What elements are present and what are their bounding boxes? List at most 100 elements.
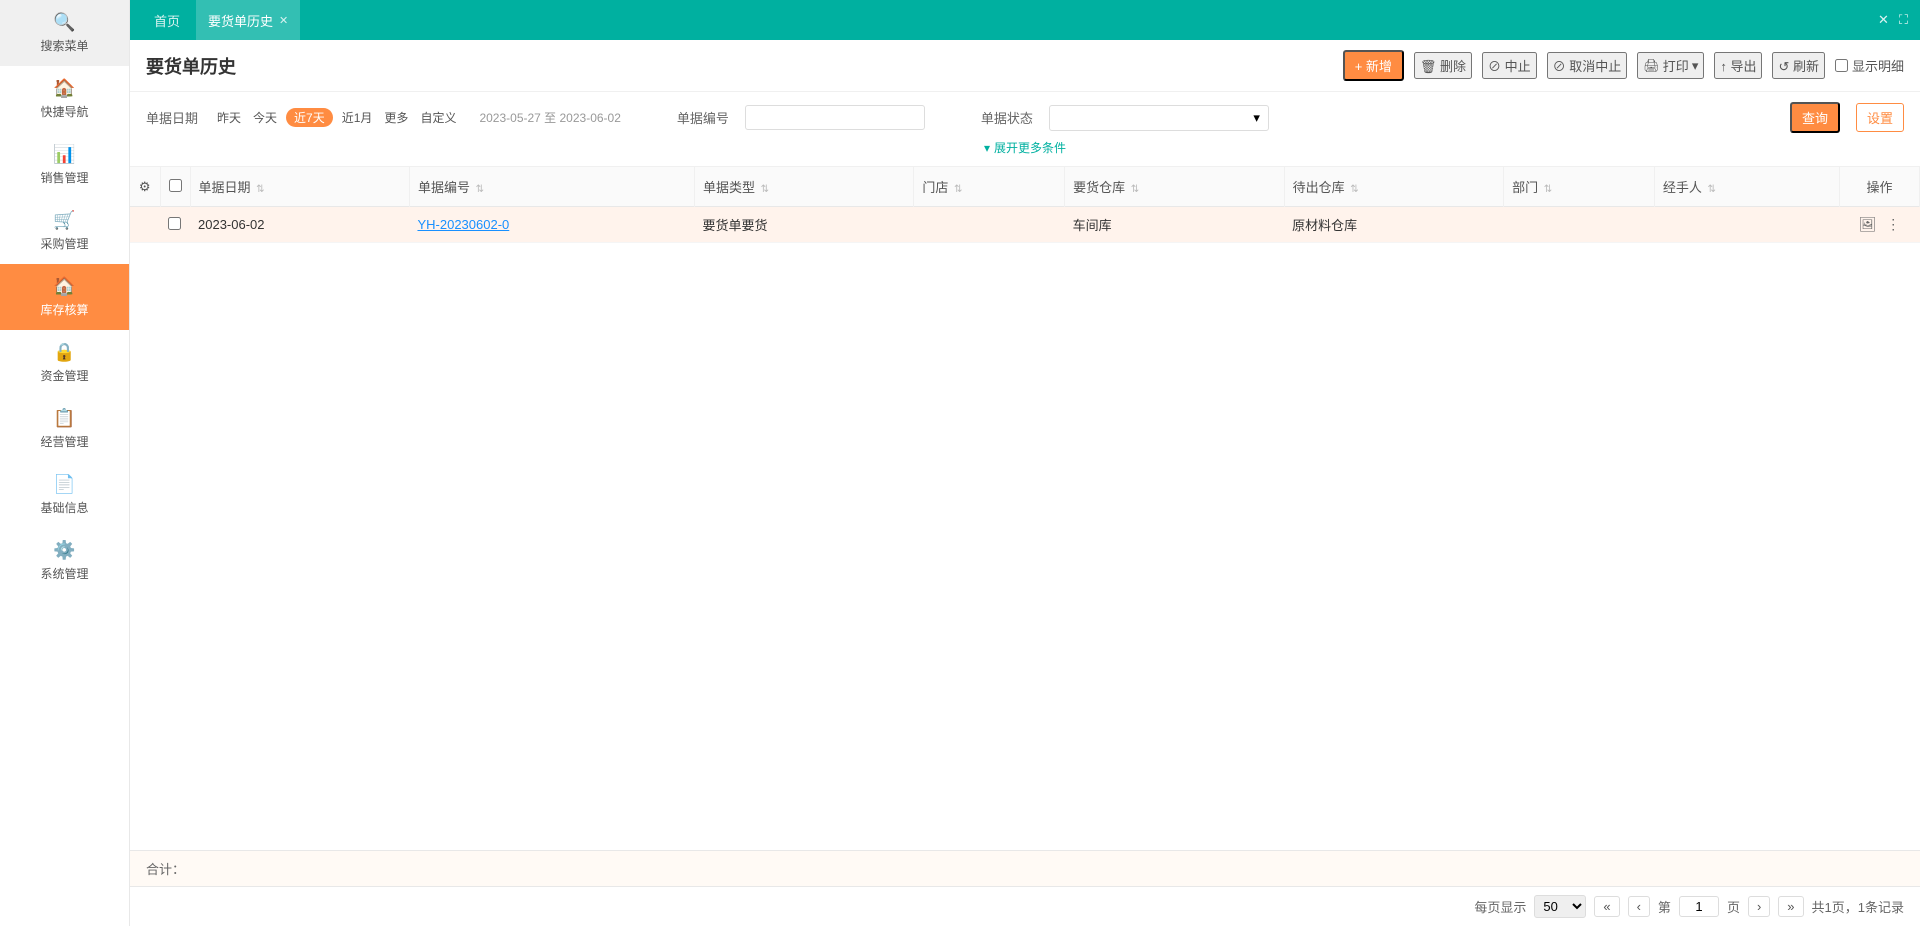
top-bar: 首页 要货单历史 ✕ ✕ ⛶	[130, 0, 1920, 40]
cell-settings	[130, 207, 160, 243]
sort-req-warehouse-icon[interactable]: ⇅	[1131, 184, 1139, 195]
tab-requisition-history[interactable]: 要货单历史 ✕	[196, 0, 300, 40]
sidebar-item-label: 快捷导航	[40, 103, 88, 120]
row-checkbox[interactable]	[168, 217, 181, 230]
page-suffix-label: 页	[1727, 897, 1740, 916]
print-dropdown-icon: ▾	[1692, 58, 1699, 74]
page-title: 要货单历史	[146, 53, 236, 79]
tab-close-icon[interactable]: ✕	[279, 14, 288, 27]
stop-button[interactable]: ⊘ 中止	[1482, 52, 1537, 79]
delete-button[interactable]: 🗑 删除	[1414, 52, 1472, 79]
per-page-label: 每页显示	[1474, 897, 1526, 916]
sort-handler-icon[interactable]: ⇅	[1707, 184, 1715, 195]
sort-number-icon[interactable]: ⇅	[476, 184, 484, 195]
prev-page-button[interactable]: ‹	[1628, 896, 1650, 917]
clipboard-icon: 📋	[53, 408, 75, 429]
query-button[interactable]: 查询	[1790, 102, 1840, 133]
select-all-checkbox[interactable]	[169, 179, 182, 192]
display-detail-wrapper: 显示明细	[1835, 56, 1904, 75]
page-header: 要货单历史 + 新增 🗑 删除 ⊘ 中止 ⊘ 取消中止 🖨 🖨 打印 打印 ▾ …	[130, 40, 1920, 92]
sidebar-item-search-menu[interactable]: 🔍 搜索菜单	[0, 0, 129, 66]
refresh-button[interactable]: ↺ 刷新	[1772, 52, 1825, 79]
date-btn-yesterday[interactable]: 昨天	[214, 108, 244, 127]
col-store: 门店 ⇅	[914, 167, 1065, 207]
sidebar-item-quick-nav[interactable]: 🏠 快捷导航	[0, 66, 129, 132]
chevron-down-icon: ▾	[984, 141, 990, 155]
cell-type: 要货单要货	[694, 207, 913, 243]
cell-req-warehouse: 车间库	[1065, 207, 1284, 243]
new-button[interactable]: + 新增	[1343, 50, 1404, 81]
sidebar-item-inventory[interactable]: 🏠 库存核算	[0, 264, 129, 330]
display-detail-checkbox[interactable]	[1835, 59, 1848, 72]
last-page-button[interactable]: »	[1778, 896, 1803, 917]
action-more-icon[interactable]: ⋮	[1886, 216, 1900, 232]
col-checkbox-header	[160, 167, 190, 207]
date-btn-1month[interactable]: 近1月	[339, 108, 376, 127]
next-page-button[interactable]: ›	[1748, 896, 1770, 917]
table-row: 2023-06-02 YH-20230602-0 要货单要货 车间库 原材料仓库…	[130, 207, 1920, 243]
doc-number-input[interactable]	[745, 105, 925, 130]
export-button[interactable]: ↑ 导出	[1714, 52, 1762, 79]
toolbar: + 新增 🗑 删除 ⊘ 中止 ⊘ 取消中止 🖨 🖨 打印 打印 ▾ ↑ 导出 ↺…	[1343, 50, 1904, 81]
sidebar-item-label: 资金管理	[40, 367, 88, 384]
first-page-button[interactable]: «	[1594, 896, 1619, 917]
sidebar-item-label: 经营管理	[40, 433, 88, 450]
display-detail-label[interactable]: 显示明细	[1852, 56, 1904, 75]
date-filter-buttons: 昨天 今天 近7天 近1月 更多 自定义	[214, 108, 459, 127]
expand-more-button[interactable]: ▾ 展开更多条件	[146, 139, 1904, 156]
cancel-stop-button[interactable]: ⊘ 取消中止	[1547, 52, 1628, 79]
sort-pending-warehouse-icon[interactable]: ⇅	[1350, 184, 1358, 195]
sort-department-icon[interactable]: ⇅	[1544, 184, 1552, 195]
sidebar-item-label: 库存核算	[40, 301, 88, 318]
footer-bar: 合计：	[130, 850, 1920, 886]
table-header-row: ⚙ 单据日期 ⇅ 单据编号 ⇅ 单据类型 ⇅ 门店 ⇅ 要货仓库 ⇅ 待出仓库 …	[130, 167, 1920, 207]
main-area: 首页 要货单历史 ✕ ✕ ⛶ 要货单历史 + 新增 🗑 删除 ⊘ 中止 ⊘ 取消…	[130, 0, 1920, 926]
close-window-icon[interactable]: ✕	[1878, 12, 1889, 28]
sidebar-item-system[interactable]: ⚙️ 系统管理	[0, 528, 129, 594]
doc-number-link[interactable]: YH-20230602-0	[417, 217, 509, 232]
top-bar-right: ✕ ⛶	[1878, 12, 1908, 28]
col-number: 单据编号 ⇅	[409, 167, 694, 207]
sidebar-item-basic-info[interactable]: 📄 基础信息	[0, 462, 129, 528]
col-actions: 操作	[1840, 167, 1920, 207]
date-btn-today[interactable]: 今天	[250, 108, 280, 127]
sort-type-icon[interactable]: ⇅	[761, 184, 769, 195]
doc-status-select[interactable]: ▾	[1049, 105, 1269, 131]
gear-icon: ⚙️	[53, 540, 75, 561]
sidebar-item-purchase[interactable]: 🛒 采购管理	[0, 198, 129, 264]
sidebar-item-label: 采购管理	[40, 235, 88, 252]
tab-home-label: 首页	[154, 11, 180, 30]
sidebar: 🔍 搜索菜单 🏠 快捷导航 📊 销售管理 🛒 采购管理 🏠 库存核算 🔒 资金管…	[0, 0, 130, 926]
date-btn-custom[interactable]: 自定义	[417, 108, 459, 127]
print-button[interactable]: 🖨 🖨 打印 打印 ▾	[1637, 52, 1704, 79]
page-number-input[interactable]	[1679, 896, 1719, 917]
settings-button[interactable]: 设置	[1856, 103, 1904, 132]
date-btn-more[interactable]: 更多	[381, 108, 411, 127]
home-icon: 🏠	[53, 78, 75, 99]
cell-handler	[1654, 207, 1839, 243]
sidebar-item-finance[interactable]: 🔒 资金管理	[0, 330, 129, 396]
col-settings[interactable]: ⚙	[130, 167, 160, 207]
table-wrapper: ⚙ 单据日期 ⇅ 单据编号 ⇅ 单据类型 ⇅ 门店 ⇅ 要货仓库 ⇅ 待出仓库 …	[130, 167, 1920, 850]
cell-pending-warehouse: 原材料仓库	[1284, 207, 1503, 243]
cell-date: 2023-06-02	[190, 207, 409, 243]
cell-store	[914, 207, 1065, 243]
tab-home[interactable]: 首页	[142, 0, 192, 40]
per-page-select[interactable]: 20 50 100	[1534, 895, 1586, 918]
cell-department	[1504, 207, 1655, 243]
action-view-icon[interactable]: 🖼	[1859, 216, 1877, 232]
date-btn-7days[interactable]: 近7天	[286, 108, 333, 127]
maximize-window-icon[interactable]: ⛶	[1899, 12, 1908, 28]
filter-bar: 单据日期 昨天 今天 近7天 近1月 更多 自定义 2023-05-27 至 2…	[130, 92, 1920, 167]
sidebar-item-operations[interactable]: 📋 经营管理	[0, 396, 129, 462]
expand-more-label: 展开更多条件	[994, 139, 1066, 156]
content: 要货单历史 + 新增 🗑 删除 ⊘ 中止 ⊘ 取消中止 🖨 🖨 打印 打印 ▾ …	[130, 40, 1920, 926]
cell-checkbox	[160, 207, 190, 243]
sidebar-item-sales[interactable]: 📊 销售管理	[0, 132, 129, 198]
sort-date-icon[interactable]: ⇅	[256, 184, 264, 195]
col-pending-warehouse: 待出仓库 ⇅	[1284, 167, 1503, 207]
col-date: 单据日期 ⇅	[190, 167, 409, 207]
sort-store-icon[interactable]: ⇅	[954, 184, 962, 195]
col-handler: 经手人 ⇅	[1654, 167, 1839, 207]
lock-icon: 🔒	[53, 342, 75, 363]
